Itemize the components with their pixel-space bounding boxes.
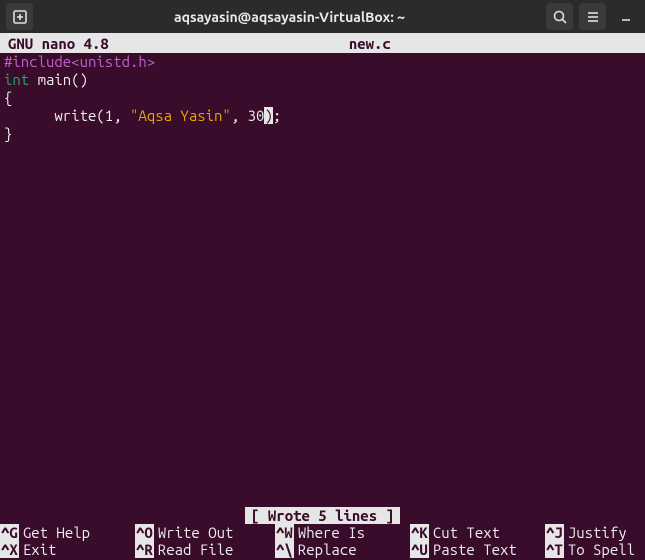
shortcut-label: Exit (23, 541, 57, 558)
code-write-pre: write(1, (4, 107, 130, 124)
shortcut-label: Where Is (298, 524, 365, 541)
shortcut-key: ^\ (275, 541, 294, 558)
nano-header: GNU nano 4.8 new.c (0, 33, 645, 53)
window-title: aqsayasin@aqsayasin-VirtualBox: ~ (39, 9, 540, 25)
new-tab-button[interactable] (6, 3, 33, 30)
shortcut-row-0: ^GGet Help ^OWrite Out ^WWhere Is ^KCut … (0, 524, 645, 541)
shortcut-key: ^J (545, 524, 564, 541)
shortcut-key: ^G (0, 524, 19, 541)
shortcut-key: ^R (135, 541, 154, 558)
nano-app-label: GNU nano 4.8 (8, 35, 109, 52)
shortcut-exit[interactable]: ^XExit (0, 541, 135, 558)
hamburger-icon (585, 9, 601, 25)
new-tab-icon (12, 9, 28, 25)
search-icon (552, 9, 568, 25)
nano-status-row: [ Wrote 5 lines ] (0, 507, 645, 524)
search-button[interactable] (546, 3, 573, 30)
nano-status: [ Wrote 5 lines ] (245, 507, 400, 524)
shortcut-where-is[interactable]: ^WWhere Is (275, 524, 410, 541)
code-include: #include (4, 53, 71, 70)
shortcut-label: Paste Text (433, 541, 517, 558)
shortcut-cut-text[interactable]: ^KCut Text (410, 524, 545, 541)
shortcut-replace[interactable]: ^\Replace (275, 541, 410, 558)
shortcut-read-file[interactable]: ^RRead File (135, 541, 275, 558)
shortcut-write-out[interactable]: ^OWrite Out (135, 524, 275, 541)
code-write-mid: , 30 (231, 107, 265, 124)
shortcut-label: Get Help (23, 524, 90, 541)
menu-button[interactable] (579, 3, 606, 30)
code-brace-close: } (4, 125, 12, 142)
code-main: main() (29, 71, 88, 88)
shortcut-label: Replace (298, 541, 357, 558)
terminal-window: aqsayasin@aqsayasin-VirtualBox: ~ GNU na… (0, 0, 645, 560)
code-type: int (4, 71, 29, 88)
shortcut-label: Write Out (158, 524, 234, 541)
nano-shortcut-bar: ^GGet Help ^OWrite Out ^WWhere Is ^KCut … (0, 524, 645, 560)
shortcut-to-spell[interactable]: ^TTo Spell (545, 541, 645, 558)
shortcut-key: ^T (545, 541, 564, 558)
shortcut-label: Justify (568, 524, 627, 541)
shortcut-key: ^X (0, 541, 19, 558)
minimize-button[interactable] (612, 3, 639, 30)
shortcut-key: ^O (135, 524, 154, 541)
editor-area[interactable]: #include<unistd.h> int main() { write(1,… (0, 53, 645, 507)
shortcut-label: Cut Text (433, 524, 500, 541)
shortcut-key: ^U (410, 541, 429, 558)
shortcut-get-help[interactable]: ^GGet Help (0, 524, 135, 541)
shortcut-key: ^W (275, 524, 294, 541)
code-brace-open: { (4, 89, 12, 106)
shortcut-label: Read File (158, 541, 234, 558)
shortcut-justify[interactable]: ^JJustify (545, 524, 645, 541)
minimize-icon (618, 9, 634, 25)
code-string: "Aqsa Yasin" (130, 107, 231, 124)
code-write-post: ; (273, 107, 281, 124)
titlebar: aqsayasin@aqsayasin-VirtualBox: ~ (0, 0, 645, 33)
shortcut-paste-text[interactable]: ^UPaste Text (410, 541, 545, 558)
shortcut-label: To Spell (568, 541, 635, 558)
shortcut-key: ^K (410, 524, 429, 541)
code-header: <unistd.h> (71, 53, 155, 70)
editor-cursor: ) (264, 107, 272, 124)
nano-file-name: new.c (349, 35, 391, 52)
shortcut-row-1: ^XExit ^RRead File ^\Replace ^UPaste Tex… (0, 541, 645, 558)
